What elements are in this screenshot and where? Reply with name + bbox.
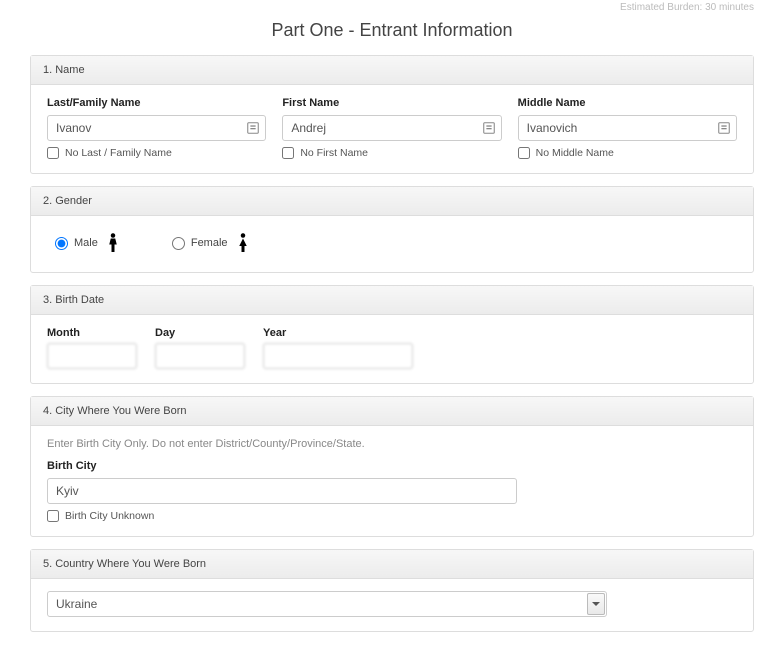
section-gender-header: 2. Gender xyxy=(31,187,753,216)
no-first-name-label: No First Name xyxy=(300,147,368,159)
birth-city-helper: Enter Birth City Only. Do not enter Dist… xyxy=(47,438,737,450)
birth-city-input[interactable] xyxy=(47,478,517,504)
day-label: Day xyxy=(155,327,245,339)
gender-female-option[interactable]: Female xyxy=(172,232,252,254)
birth-city-unknown-row[interactable]: Birth City Unknown xyxy=(47,510,737,522)
first-name-label: First Name xyxy=(282,97,501,109)
birth-country-select[interactable]: Ukraine xyxy=(47,591,607,617)
gender-female-label: Female xyxy=(191,237,228,249)
year-input[interactable] xyxy=(263,343,413,369)
no-first-name-row[interactable]: No First Name xyxy=(282,147,501,159)
birth-city-label: Birth City xyxy=(47,460,737,472)
year-label: Year xyxy=(263,327,413,339)
birth-city-unknown-label: Birth City Unknown xyxy=(65,510,154,522)
section-birth-country-header: 5. Country Where You Were Born xyxy=(31,550,753,579)
month-label: Month xyxy=(47,327,137,339)
male-icon xyxy=(104,232,122,254)
gender-female-radio[interactable] xyxy=(172,237,185,250)
no-last-name-checkbox[interactable] xyxy=(47,147,59,159)
no-middle-name-checkbox[interactable] xyxy=(518,147,530,159)
month-input[interactable] xyxy=(47,343,137,369)
autofill-icon xyxy=(482,121,496,135)
female-icon xyxy=(234,232,252,254)
no-first-name-checkbox[interactable] xyxy=(282,147,294,159)
section-birth-city: 4. City Where You Were Born Enter Birth … xyxy=(30,396,754,537)
estimated-burden-text: Estimated Burden: 30 minutes xyxy=(30,0,754,14)
section-name-header: 1. Name xyxy=(31,56,753,85)
no-last-name-row[interactable]: No Last / Family Name xyxy=(47,147,266,159)
gender-male-option[interactable]: Male xyxy=(55,232,122,254)
section-name: 1. Name Last/Family Name No Last / Famil… xyxy=(30,55,754,174)
gender-male-radio[interactable] xyxy=(55,237,68,250)
page-title: Part One - Entrant Information xyxy=(30,20,754,41)
birth-city-unknown-checkbox[interactable] xyxy=(47,510,59,522)
no-last-name-label: No Last / Family Name xyxy=(65,147,172,159)
autofill-icon xyxy=(246,121,260,135)
day-input[interactable] xyxy=(155,343,245,369)
autofill-icon xyxy=(717,121,731,135)
section-birth-city-header: 4. City Where You Were Born xyxy=(31,397,753,426)
middle-name-input[interactable] xyxy=(518,115,737,141)
gender-male-label: Male xyxy=(74,237,98,249)
section-birth-date-header: 3. Birth Date xyxy=(31,286,753,315)
section-birth-date: 3. Birth Date Month Day Year xyxy=(30,285,754,384)
first-name-input[interactable] xyxy=(282,115,501,141)
last-name-label: Last/Family Name xyxy=(47,97,266,109)
middle-name-label: Middle Name xyxy=(518,97,737,109)
section-gender: 2. Gender Male Female xyxy=(30,186,754,273)
no-middle-name-row[interactable]: No Middle Name xyxy=(518,147,737,159)
last-name-input[interactable] xyxy=(47,115,266,141)
section-birth-country: 5. Country Where You Were Born Ukraine xyxy=(30,549,754,632)
no-middle-name-label: No Middle Name xyxy=(536,147,614,159)
